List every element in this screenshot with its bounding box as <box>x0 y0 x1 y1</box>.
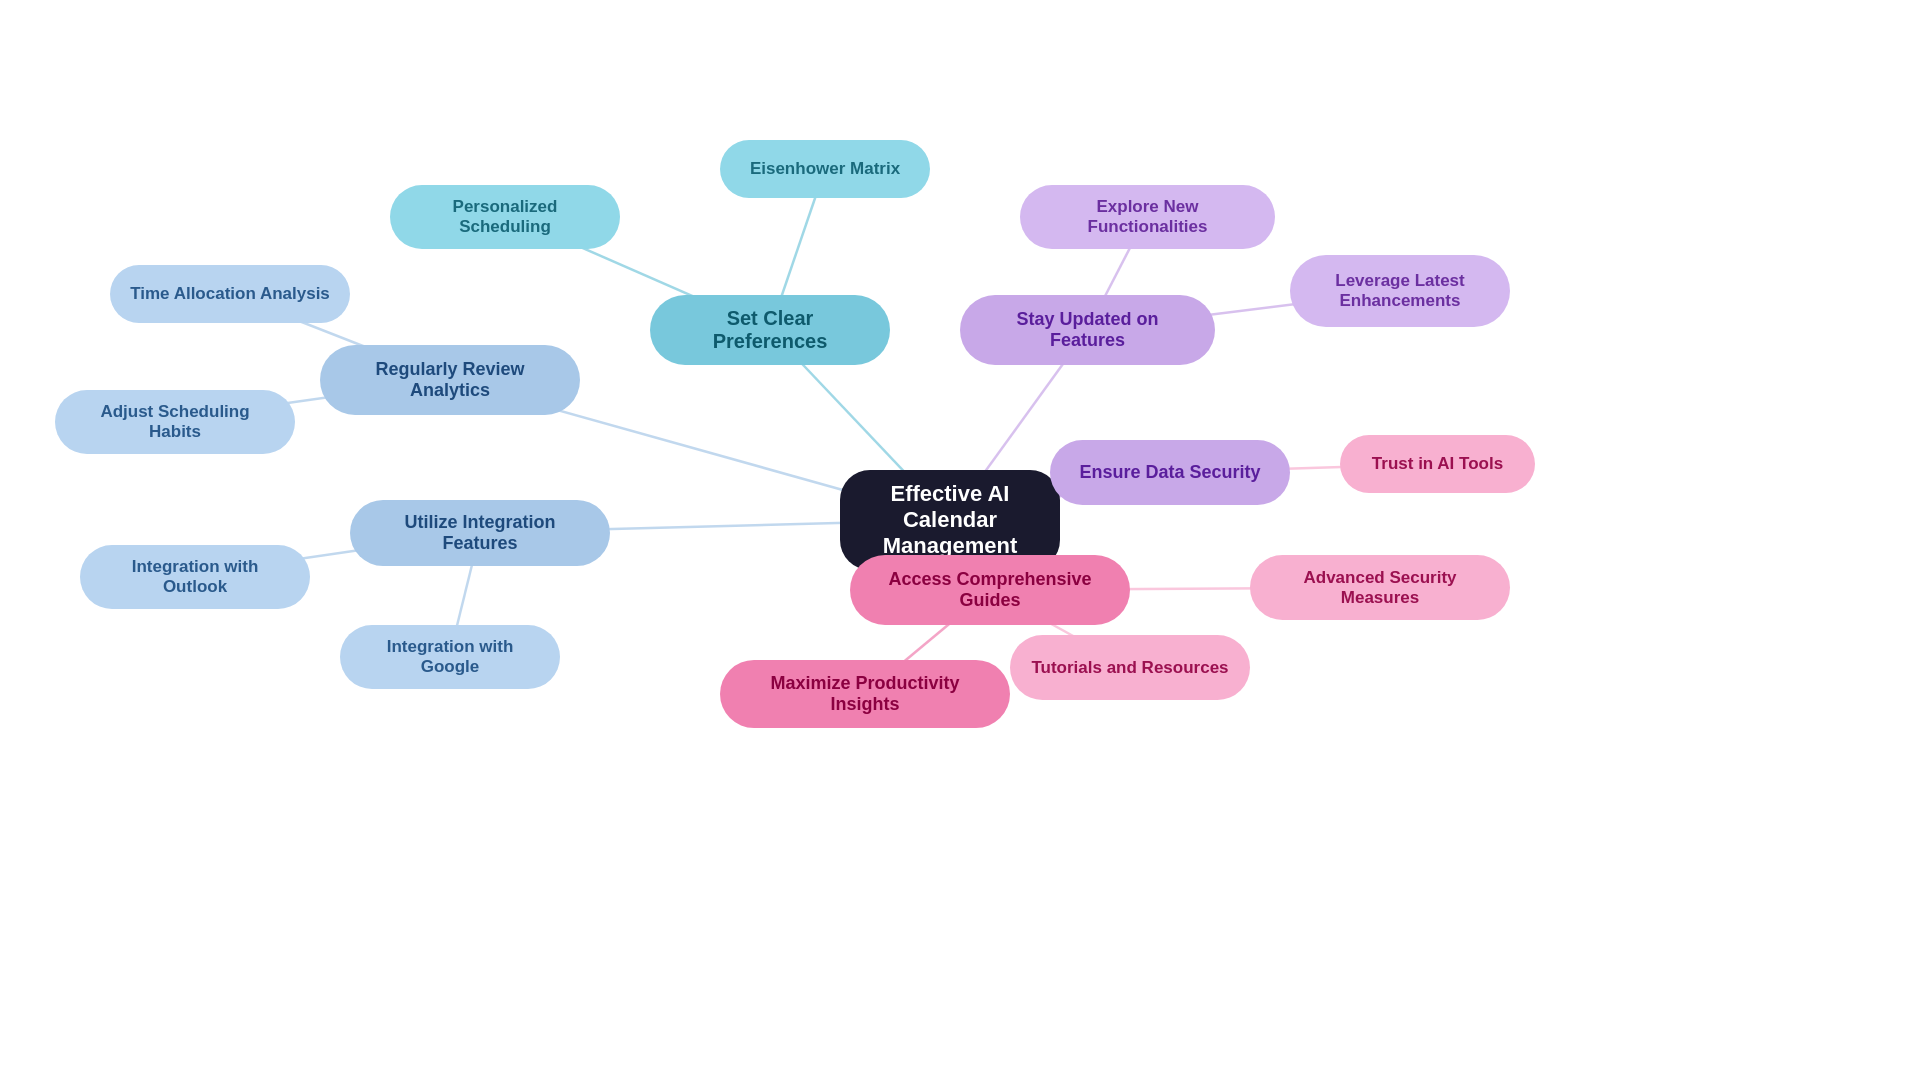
node-access-comprehensive[interactable]: Access Comprehensive Guides <box>850 555 1130 625</box>
node-label-advanced-security: Advanced Security Measures <box>1270 568 1490 608</box>
node-label-trust-ai-tools: Trust in AI Tools <box>1372 454 1503 474</box>
node-label-access-comprehensive: Access Comprehensive Guides <box>870 569 1110 611</box>
node-label-ensure-data-security: Ensure Data Security <box>1079 462 1260 483</box>
node-label-explore-new: Explore New Functionalities <box>1040 197 1255 237</box>
mindmap-container: Effective AI Calendar Management Set Clea… <box>0 0 1920 1083</box>
node-integration-google[interactable]: Integration with Google <box>340 625 560 689</box>
node-advanced-security[interactable]: Advanced Security Measures <box>1250 555 1510 620</box>
node-ensure-data-security[interactable]: Ensure Data Security <box>1050 440 1290 505</box>
node-leverage-latest[interactable]: Leverage Latest Enhancements <box>1290 255 1510 327</box>
node-label-regularly-review: Regularly Review Analytics <box>340 359 560 401</box>
node-label-set-clear-preferences: Set Clear Preferences <box>670 307 870 353</box>
node-label-personalized-scheduling: Personalized Scheduling <box>410 197 600 237</box>
node-label-utilize-integration: Utilize Integration Features <box>370 512 590 554</box>
node-label-stay-updated: Stay Updated on Features <box>980 309 1195 351</box>
node-personalized-scheduling[interactable]: Personalized Scheduling <box>390 185 620 249</box>
node-eisenhower-matrix[interactable]: Eisenhower Matrix <box>720 140 930 198</box>
node-time-allocation[interactable]: Time Allocation Analysis <box>110 265 350 323</box>
node-label-center: Effective AI Calendar Management <box>860 481 1040 559</box>
node-label-eisenhower-matrix: Eisenhower Matrix <box>750 159 900 179</box>
node-explore-new[interactable]: Explore New Functionalities <box>1020 185 1275 249</box>
node-stay-updated[interactable]: Stay Updated on Features <box>960 295 1215 365</box>
node-set-clear-preferences[interactable]: Set Clear Preferences <box>650 295 890 365</box>
node-label-maximize-productivity: Maximize Productivity Insights <box>740 673 990 715</box>
node-label-integration-google: Integration with Google <box>360 637 540 677</box>
node-label-integration-outlook: Integration with Outlook <box>100 557 290 597</box>
node-adjust-scheduling[interactable]: Adjust Scheduling Habits <box>55 390 295 454</box>
node-regularly-review[interactable]: Regularly Review Analytics <box>320 345 580 415</box>
node-label-tutorials-resources: Tutorials and Resources <box>1031 658 1228 678</box>
node-label-adjust-scheduling: Adjust Scheduling Habits <box>75 402 275 442</box>
node-label-leverage-latest: Leverage Latest Enhancements <box>1335 271 1464 311</box>
node-maximize-productivity[interactable]: Maximize Productivity Insights <box>720 660 1010 728</box>
node-label-time-allocation: Time Allocation Analysis <box>130 284 330 304</box>
node-trust-ai-tools[interactable]: Trust in AI Tools <box>1340 435 1535 493</box>
node-integration-outlook[interactable]: Integration with Outlook <box>80 545 310 609</box>
node-utilize-integration[interactable]: Utilize Integration Features <box>350 500 610 566</box>
node-tutorials-resources[interactable]: Tutorials and Resources <box>1010 635 1250 700</box>
